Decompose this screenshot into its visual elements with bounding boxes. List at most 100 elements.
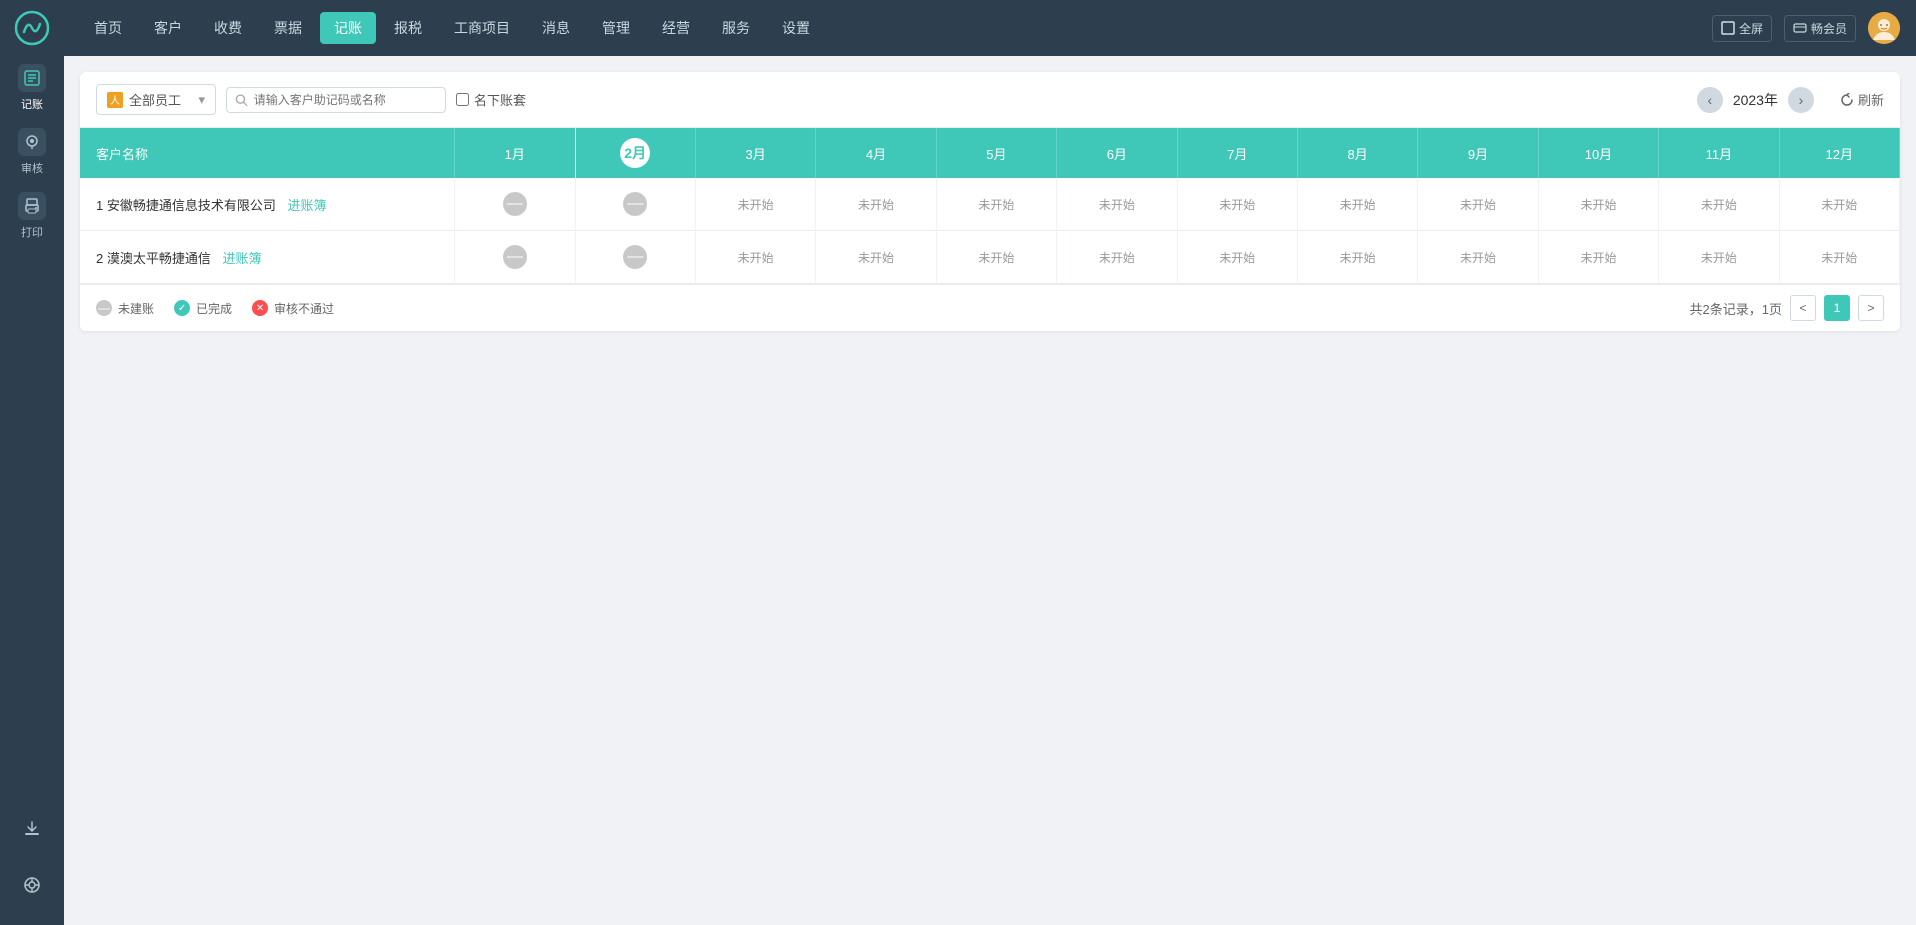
nav-right: 全屏 畅会员	[1712, 12, 1900, 44]
nav-operations[interactable]: 经营	[648, 12, 704, 44]
col-header-nov: 11月	[1659, 128, 1779, 178]
page-content: 人 全部员工 ▾ 名下账套 ‹ 2023年	[64, 56, 1916, 925]
table-wrap: 客户名称 1月 2月 3月	[80, 128, 1900, 284]
cell-nov-2: 未开始	[1659, 231, 1779, 284]
current-page-button[interactable]: 1	[1824, 295, 1850, 321]
cell-may-1: 未开始	[936, 178, 1056, 231]
search-input[interactable]	[254, 93, 437, 107]
nav-home[interactable]: 首页	[80, 12, 136, 44]
cell-feb-1: —	[575, 178, 695, 231]
sidebar-item-print-label: 打印	[21, 224, 43, 240]
cell-oct-2: 未开始	[1538, 231, 1658, 284]
ledger-icon	[18, 64, 46, 92]
col-header-apr: 4月	[816, 128, 936, 178]
my-accounts-checkbox-label[interactable]: 名下账套	[456, 90, 526, 109]
cell-nov-1: 未开始	[1659, 178, 1779, 231]
cell-jun-2: 未开始	[1057, 231, 1177, 284]
total-records: 共2条记录，1页	[1690, 299, 1782, 318]
table-scroll[interactable]: 客户名称 1月 2月 3月	[80, 128, 1900, 284]
fullscreen-label: 全屏	[1739, 20, 1763, 37]
legend-icon-gray: —	[96, 300, 112, 316]
nav-tax[interactable]: 报税	[380, 12, 436, 44]
col-header-jul: 7月	[1177, 128, 1297, 178]
audit-icon	[18, 128, 46, 156]
prev-page-button[interactable]: <	[1790, 295, 1816, 321]
nav-services[interactable]: 服务	[708, 12, 764, 44]
refresh-button[interactable]: 刷新	[1840, 90, 1884, 109]
status-dash-jan-1: —	[503, 192, 527, 216]
customer-index-1: 1	[96, 198, 107, 213]
my-accounts-label: 名下账套	[474, 90, 526, 109]
col-header-aug: 8月	[1297, 128, 1417, 178]
prev-year-button[interactable]: ‹	[1697, 87, 1723, 113]
main-area: 首页 客户 收费 票据 记账 报税 工商项目 消息 管理 经营 服务 设置 全屏	[64, 0, 1916, 925]
nav-messages[interactable]: 消息	[528, 12, 584, 44]
nav-invoices[interactable]: 票据	[260, 12, 316, 44]
ledger-link-1[interactable]: 进账簿	[287, 198, 326, 213]
legend-completed: ✓ 已完成	[174, 300, 232, 317]
col-header-mar: 3月	[695, 128, 815, 178]
employee-icon: 人	[107, 92, 123, 108]
cell-mar-2: 未开始	[695, 231, 815, 284]
legend-icon-teal: ✓	[174, 300, 190, 316]
cell-dec-1: 未开始	[1779, 178, 1899, 231]
search-icon	[235, 93, 248, 107]
col-header-name: 客户名称	[80, 128, 455, 178]
cell-aug-1: 未开始	[1297, 178, 1417, 231]
topnav: 首页 客户 收费 票据 记账 报税 工商项目 消息 管理 经营 服务 设置 全屏	[64, 0, 1916, 56]
legend-not-created: — 未建账	[96, 300, 154, 317]
sidebar-item-ledger[interactable]: 记账	[0, 56, 64, 120]
refresh-icon	[1840, 93, 1854, 107]
col-header-sep: 9月	[1418, 128, 1538, 178]
sidebar-logo	[0, 0, 64, 56]
cell-apr-2: 未开始	[816, 231, 936, 284]
employee-select[interactable]: 人 全部员工 ▾	[96, 84, 216, 115]
cell-jan-2: —	[455, 231, 575, 284]
table-body: 1 安徽畅捷通信息技术有限公司 进账簿 — — 未开	[80, 178, 1900, 284]
cell-jul-2: 未开始	[1177, 231, 1297, 284]
cell-sep-1: 未开始	[1418, 178, 1538, 231]
sidebar-item-ledger-label: 记账	[21, 96, 43, 112]
nav-customers[interactable]: 客户	[140, 12, 196, 44]
search-input-wrap	[226, 87, 446, 113]
status-dash-jan-2: —	[503, 245, 527, 269]
next-year-button[interactable]: ›	[1788, 87, 1814, 113]
sidebar-bottom	[0, 805, 64, 925]
year-nav: ‹ 2023年 ›	[1697, 87, 1814, 113]
print-icon	[18, 192, 46, 220]
avatar[interactable]	[1868, 12, 1900, 44]
legend-label-completed: 已完成	[196, 300, 232, 317]
legend-label-rejected: 审核不通过	[274, 300, 334, 317]
cell-jun-1: 未开始	[1057, 178, 1177, 231]
col-header-oct: 10月	[1538, 128, 1658, 178]
vip-button[interactable]: 畅会员	[1784, 15, 1856, 42]
ledger-link-2[interactable]: 进账簿	[222, 251, 261, 266]
fullscreen-button[interactable]: 全屏	[1712, 15, 1772, 42]
nav-billing[interactable]: 收费	[200, 12, 256, 44]
cell-sep-2: 未开始	[1418, 231, 1538, 284]
col-header-jan: 1月	[455, 128, 575, 178]
sidebar-item-download[interactable]	[0, 805, 64, 853]
cell-jul-1: 未开始	[1177, 178, 1297, 231]
sidebar-item-audit[interactable]: 审核	[0, 120, 64, 184]
customer-index-2: 2	[96, 251, 107, 266]
sidebar: 记账 审核 打印	[0, 0, 64, 925]
nav-ledger[interactable]: 记账	[320, 12, 376, 44]
status-dash-feb-1: —	[623, 192, 647, 216]
cell-name-2: 2 漠澳太平畅捷通信 进账簿	[80, 231, 455, 284]
nav-business[interactable]: 工商项目	[440, 12, 524, 44]
nav-management[interactable]: 管理	[588, 12, 644, 44]
cell-aug-2: 未开始	[1297, 231, 1417, 284]
legend-label-not-created: 未建账	[118, 300, 154, 317]
cell-feb-2: —	[575, 231, 695, 284]
cell-mar-1: 未开始	[695, 178, 815, 231]
sidebar-item-print[interactable]: 打印	[0, 184, 64, 248]
nav-settings[interactable]: 设置	[768, 12, 824, 44]
legend-icon-red: ✕	[252, 300, 268, 316]
cell-dec-2: 未开始	[1779, 231, 1899, 284]
col-header-jun: 6月	[1057, 128, 1177, 178]
next-page-button[interactable]: >	[1858, 295, 1884, 321]
footer: — 未建账 ✓ 已完成 ✕ 审核不通过 共2条记录，1页 < 1 >	[80, 284, 1900, 331]
my-accounts-checkbox[interactable]	[456, 93, 469, 106]
sidebar-item-support[interactable]	[0, 861, 64, 909]
